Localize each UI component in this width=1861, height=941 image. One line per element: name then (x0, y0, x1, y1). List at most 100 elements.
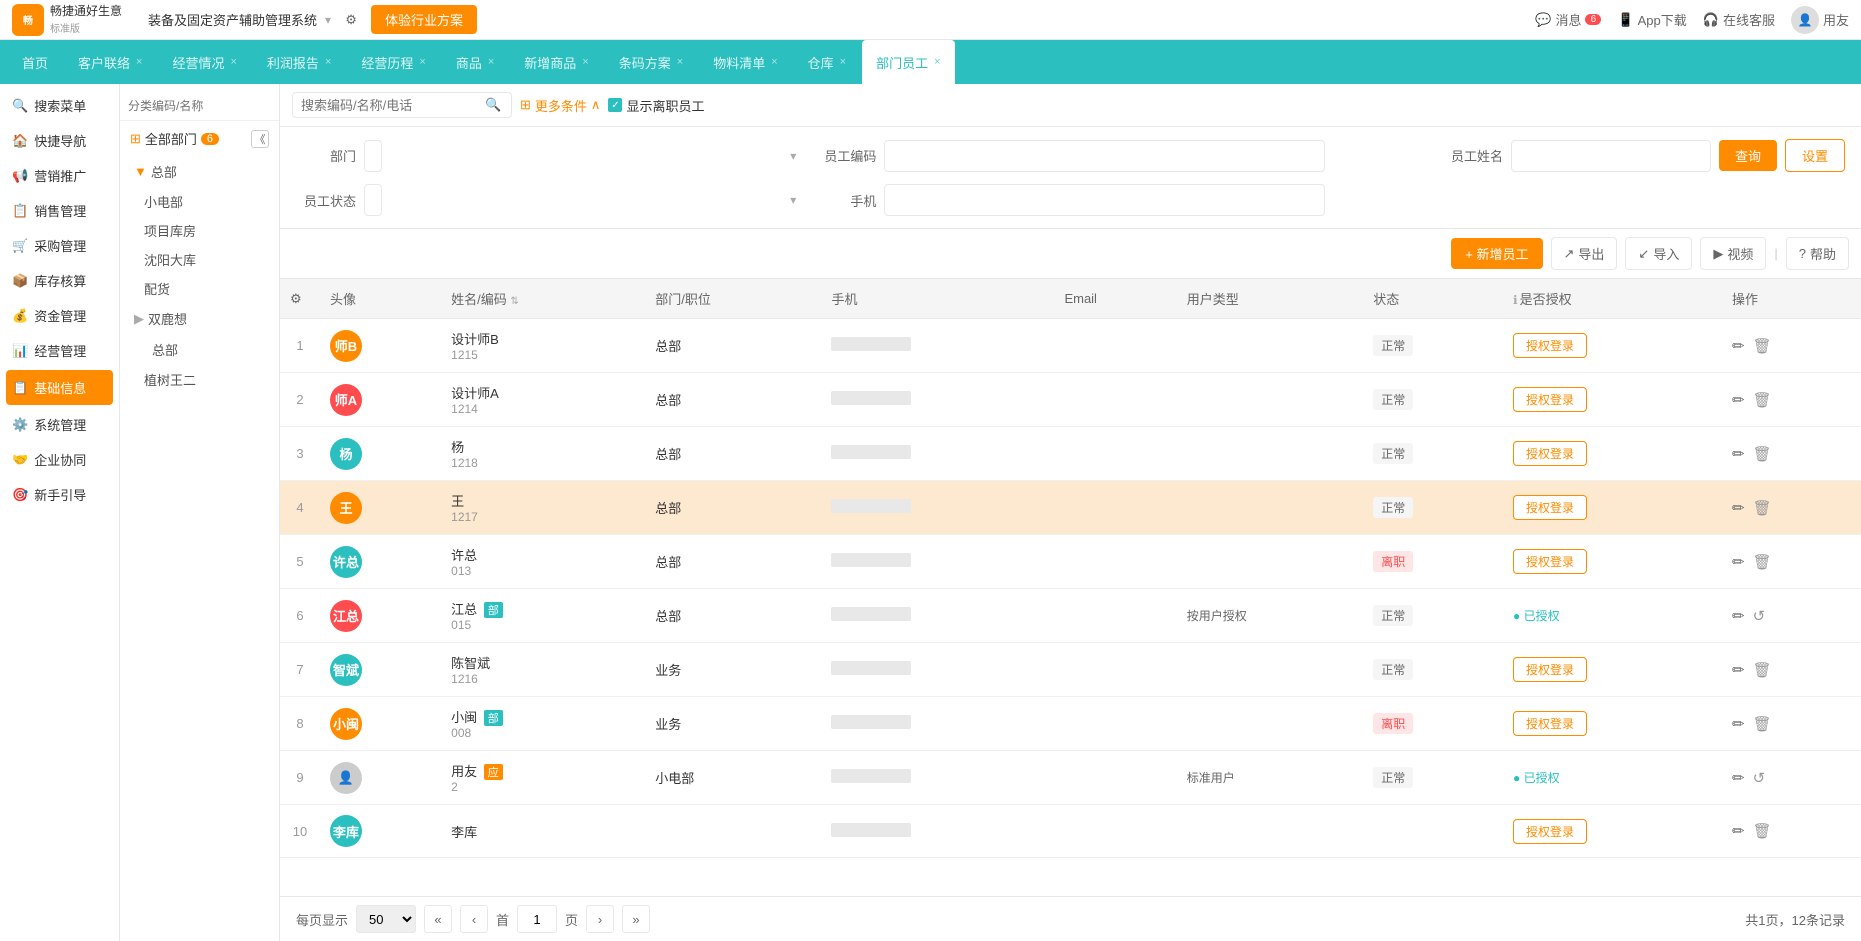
authorize-button[interactable]: 授权登录 (1513, 819, 1587, 844)
edit-icon[interactable]: ✏ (1732, 553, 1745, 571)
dept-collapse-button[interactable]: 《 (251, 130, 269, 148)
authorize-button[interactable]: 授权登录 (1513, 657, 1587, 682)
dept-node-shuanglu[interactable]: ▶ 双鹿想 (120, 303, 279, 334)
sidebar-item-finance[interactable]: 💰 资金管理 (0, 298, 119, 333)
dept-node-zongbu[interactable]: ▼ 总部 (120, 156, 279, 187)
messages-button[interactable]: 💬 消息 6 (1535, 10, 1601, 29)
empname-filter-input[interactable] (1511, 140, 1711, 172)
phone-filter-input[interactable] (884, 184, 1324, 216)
last-page-button[interactable]: » (622, 905, 650, 933)
app-download-button[interactable]: 📱 App下载 (1617, 10, 1686, 29)
edit-icon[interactable]: ✏ (1732, 769, 1745, 787)
tab-profit[interactable]: 利润报告 × (253, 40, 345, 84)
tab-barcode[interactable]: 条码方案 × (605, 40, 697, 84)
dropdown-icon[interactable]: ▾ (325, 13, 331, 27)
page-size-select[interactable]: 50 20 100 (356, 905, 416, 933)
dept-filter-select[interactable] (364, 140, 382, 172)
tab-bom-close[interactable]: × (771, 56, 777, 68)
sidebar-item-marketing[interactable]: 📢 营销推广 (0, 158, 119, 193)
sidebar-item-operation[interactable]: 📊 经营管理 (0, 333, 119, 368)
trial-button[interactable]: 体验行业方案 (371, 5, 477, 34)
authorize-button[interactable]: 授权登录 (1513, 711, 1587, 736)
delete-icon[interactable]: 🗑 (1753, 445, 1772, 463)
tab-home[interactable]: 首页 (8, 40, 62, 84)
dept-search-input[interactable] (128, 99, 280, 113)
next-page-button[interactable]: › (586, 905, 614, 933)
search-input[interactable] (301, 98, 481, 113)
sidebar-item-system[interactable]: ⚙️ 系统管理 (0, 407, 119, 442)
video-button[interactable]: ▶ 视频 (1700, 237, 1766, 270)
empcode-filter-input[interactable] (884, 140, 1324, 172)
delete-icon[interactable]: ↺ (1753, 769, 1766, 787)
tab-operation[interactable]: 经营情况 × (158, 40, 250, 84)
edit-icon[interactable]: ✏ (1732, 445, 1745, 463)
delete-icon[interactable]: 🗑 (1753, 715, 1772, 733)
delete-icon[interactable]: 🗑 (1753, 499, 1772, 517)
sidebar-item-purchase[interactable]: 🛒 采购管理 (0, 228, 119, 263)
dept-sub-xiao-dian[interactable]: 小电部 (120, 187, 279, 216)
help-button[interactable]: ? 帮助 (1786, 237, 1849, 270)
tab-history-close[interactable]: × (419, 56, 425, 68)
edit-icon[interactable]: ✏ (1732, 499, 1745, 517)
delete-icon[interactable]: 🗑 (1753, 661, 1772, 679)
authorize-button[interactable]: 授权登录 (1513, 549, 1587, 574)
edit-icon[interactable]: ✏ (1732, 391, 1745, 409)
tab-barcode-close[interactable]: × (677, 56, 683, 68)
dept-sub-project[interactable]: 项目库房 (120, 216, 279, 245)
show-resigned-checkbox[interactable]: ✓ 显示离职员工 (608, 96, 704, 115)
edit-icon[interactable]: ✏ (1732, 607, 1745, 625)
tab-goods-close[interactable]: × (488, 56, 494, 68)
tab-goods[interactable]: 商品 × (442, 40, 508, 84)
first-page-button[interactable]: « (424, 905, 452, 933)
edit-icon[interactable]: ✏ (1732, 715, 1745, 733)
authorize-button[interactable]: 授权登录 (1513, 387, 1587, 412)
sidebar-item-sales[interactable]: 📋 销售管理 (0, 193, 119, 228)
dept-sub-shenyang[interactable]: 沈阳大库 (120, 245, 279, 274)
user-menu[interactable]: 👤 用友 (1791, 6, 1849, 34)
online-service-button[interactable]: 🎧 在线客服 (1703, 10, 1775, 29)
add-employee-button[interactable]: + 新增员工 (1451, 238, 1542, 269)
sidebar-item-inventory[interactable]: 📦 库存核算 (0, 263, 119, 298)
delete-icon[interactable]: ↺ (1753, 607, 1766, 625)
sidebar-item-search[interactable]: 🔍 搜索菜单 (0, 88, 119, 123)
tab-add-goods-close[interactable]: × (582, 56, 588, 68)
tab-profit-close[interactable]: × (325, 56, 331, 68)
col-name[interactable]: 姓名/编码 ⇅ (441, 279, 645, 319)
edit-icon[interactable]: ✏ (1732, 661, 1745, 679)
tab-employees-close[interactable]: × (934, 56, 940, 68)
status-filter-select[interactable] (364, 184, 382, 216)
set-button[interactable]: 设置 (1785, 139, 1845, 172)
tab-bom[interactable]: 物料清单 × (699, 40, 791, 84)
import-button[interactable]: ↙ 导入 (1625, 237, 1692, 270)
sidebar-item-nav[interactable]: 🏠 快捷导航 (0, 123, 119, 158)
prev-page-button[interactable]: ‹ (460, 905, 488, 933)
sidebar-item-basic[interactable]: 📋 基础信息 (6, 370, 113, 405)
edit-icon[interactable]: ✏ (1732, 337, 1745, 355)
tab-history[interactable]: 经营历程 × (347, 40, 439, 84)
tab-warehouse-close[interactable]: × (840, 56, 846, 68)
sidebar-item-corp[interactable]: 🤝 企业协同 (0, 442, 119, 477)
col-settings[interactable]: ⚙ (280, 279, 320, 319)
delete-icon[interactable]: 🗑 (1753, 822, 1772, 840)
authorize-button[interactable]: 授权登录 (1513, 495, 1587, 520)
sidebar-item-guide[interactable]: 🎯 新手引导 (0, 477, 119, 512)
settings-icon[interactable]: ⚙ (339, 8, 363, 32)
export-button[interactable]: ↗ 导出 (1551, 237, 1618, 270)
search-submit-icon[interactable]: 🔍 (485, 97, 501, 113)
dept-node-zongbu2[interactable]: 总部 (120, 334, 279, 365)
authorize-button[interactable]: 授权登录 (1513, 333, 1587, 358)
dept-all-departments[interactable]: ⊞ 全部部门 6 《 (120, 121, 279, 156)
query-button[interactable]: 查询 (1719, 140, 1777, 171)
tab-operation-close[interactable]: × (230, 56, 236, 68)
page-number-input[interactable] (517, 905, 557, 933)
tab-customer[interactable]: 客户联络 × (64, 40, 156, 84)
tab-add-goods[interactable]: 新增商品 × (510, 40, 602, 84)
delete-icon[interactable]: 🗑 (1753, 337, 1772, 355)
edit-icon[interactable]: ✏ (1732, 822, 1745, 840)
more-conditions-button[interactable]: ⊞ 更多条件 ∧ (520, 96, 600, 115)
tab-employees[interactable]: 部门员工 × (862, 40, 954, 84)
authorize-button[interactable]: 授权登录 (1513, 441, 1587, 466)
tab-customer-close[interactable]: × (136, 56, 142, 68)
delete-icon[interactable]: 🗑 (1753, 553, 1772, 571)
tab-warehouse[interactable]: 仓库 × (794, 40, 860, 84)
